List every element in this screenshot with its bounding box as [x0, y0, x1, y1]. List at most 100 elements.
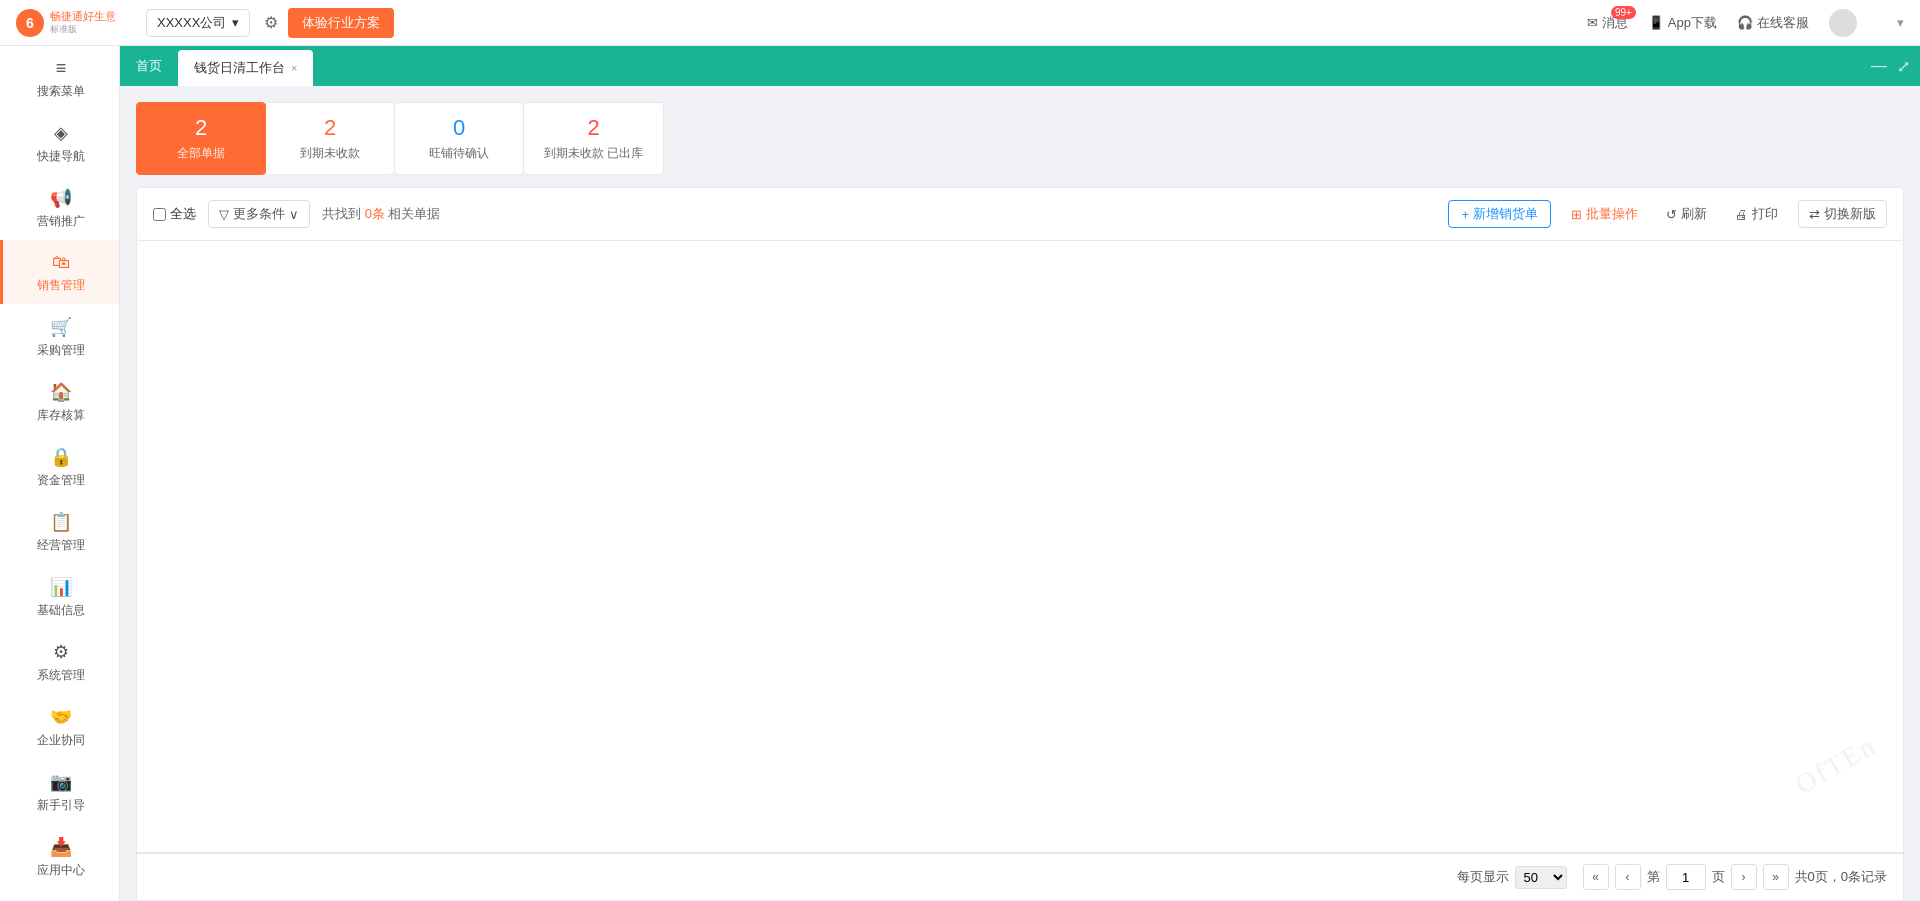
toolbar: 全选 ▽ 更多条件 ∨ 共找到 0条 相关单据 +	[136, 187, 1904, 241]
sidebar-item-guide[interactable]: 📷 新手引导	[0, 759, 119, 824]
tab-home[interactable]: 首页	[120, 46, 178, 86]
tab-active[interactable]: 钱货日清工作台 ×	[178, 50, 313, 86]
logo-icon: 6	[16, 9, 44, 37]
sidebar-item-sales[interactable]: 🛍 销售管理	[0, 240, 119, 304]
select-all-input[interactable]	[153, 208, 166, 221]
sidebar-icon-inventory: 🏠	[50, 381, 72, 403]
sidebar-icon-marketing: 📢	[50, 187, 72, 209]
sidebar-item-inventory[interactable]: 🏠 库存核算	[0, 369, 119, 434]
stat-number-overdue: 2	[286, 115, 374, 141]
sidebar-item-app-center[interactable]: 📥 应用中心	[0, 824, 119, 889]
sidebar-item-enterprise[interactable]: 🤝 企业协同	[0, 694, 119, 759]
sidebar-item-search-menu[interactable]: ≡ 搜索菜单	[0, 46, 119, 110]
tab-bar: 首页 钱货日清工作台 × — ⤢	[120, 46, 1920, 86]
switch-label: 切换新版	[1824, 205, 1876, 223]
sidebar-icon-operations: 📋	[50, 511, 72, 533]
tab-expand-icon[interactable]: ⤢	[1897, 57, 1910, 76]
sidebar-label-sales: 销售管理	[37, 277, 85, 294]
batch-label: 批量操作	[1586, 205, 1638, 223]
sidebar-icon-guide: 📷	[50, 771, 72, 793]
sidebar-icon-system: ⚙	[53, 641, 69, 663]
tab-minimize-icon[interactable]: —	[1871, 57, 1887, 75]
headset-icon: 🎧	[1737, 15, 1753, 30]
online-service-action[interactable]: 🎧 在线客服	[1737, 14, 1809, 32]
found-count: 0条	[365, 206, 385, 221]
print-btn[interactable]: 🖨 打印	[1727, 201, 1786, 227]
sidebar-icon-app-center: 📥	[50, 836, 72, 858]
sidebar-icon-search-menu: ≡	[56, 58, 67, 79]
stat-card-all[interactable]: 2 全部单据	[136, 102, 266, 175]
page-label: 第	[1647, 868, 1660, 886]
sidebar-item-purchase[interactable]: 🛒 采购管理	[0, 304, 119, 369]
stat-label-overdue-shipped: 到期未收款 已出库	[544, 145, 643, 162]
toolbar-right: + 新增销货单 ⊞ 批量操作 ↺ 刷新 🖨 打印	[1448, 200, 1887, 228]
page-end-label: 页	[1712, 868, 1725, 886]
avatar[interactable]	[1829, 9, 1857, 37]
new-sale-btn[interactable]: + 新增销货单	[1448, 200, 1551, 228]
experience-btn[interactable]: 体验行业方案	[288, 8, 394, 38]
new-sale-label: 新增销货单	[1473, 205, 1538, 223]
page-prev-btn[interactable]: ‹	[1615, 864, 1641, 890]
refresh-label: 刷新	[1681, 205, 1707, 223]
chevron-down-icon-user[interactable]: ▾	[1897, 15, 1904, 30]
company-name: XXXXX公司	[157, 14, 226, 32]
header-right: ✉ 消息 99+ 📱 App下载 🎧 在线客服 ▾	[1587, 9, 1904, 37]
switch-version-btn[interactable]: ⇄ 切换新版	[1798, 200, 1887, 228]
main-content: 首页 钱货日清工作台 × — ⤢ 2 全部单据 2 到期未收款	[120, 46, 1920, 901]
message-badge: 99+	[1611, 6, 1636, 19]
filter-btn[interactable]: ▽ 更多条件 ∨	[208, 200, 310, 228]
stat-card-pending[interactable]: 0 旺铺待确认	[394, 102, 524, 175]
page-next-btn[interactable]: ›	[1731, 864, 1757, 890]
sidebar-item-finance[interactable]: 🔒 资金管理	[0, 434, 119, 499]
app-download-action[interactable]: 📱 App下载	[1648, 14, 1717, 32]
page-input[interactable]	[1666, 864, 1706, 890]
sidebar-label-app-center: 应用中心	[37, 862, 85, 879]
sidebar-item-base-info[interactable]: 📊 基础信息	[0, 564, 119, 629]
tab-close-icon[interactable]: ×	[291, 62, 297, 74]
pagination-bar: 每页显示 10 20 50 100 « ‹ 第 页 › » 共	[136, 853, 1904, 901]
tab-bar-actions: — ⤢	[1871, 57, 1920, 76]
per-page-selector: 每页显示 10 20 50 100	[1457, 866, 1567, 889]
logo-tag: 标准版	[50, 23, 116, 36]
settings-icon[interactable]: ⚙	[264, 13, 278, 32]
company-selector[interactable]: XXXXX公司 ▾	[146, 9, 250, 37]
sidebar-label-finance: 资金管理	[37, 472, 85, 489]
sidebar-item-quick-nav[interactable]: ◈ 快捷导航	[0, 110, 119, 175]
print-icon: 🖨	[1735, 207, 1748, 222]
chevron-down-icon: ▾	[232, 15, 239, 30]
app-download-icon: 📱	[1648, 15, 1664, 30]
page-last-btn[interactable]: »	[1763, 864, 1789, 890]
message-action[interactable]: ✉ 消息 99+	[1587, 14, 1628, 32]
stat-card-overdue[interactable]: 2 到期未收款	[265, 102, 395, 175]
stat-number-all: 2	[157, 115, 245, 141]
toolbar-left: 全选 ▽ 更多条件 ∨ 共找到 0条 相关单据	[153, 200, 1448, 228]
refresh-icon: ↺	[1666, 207, 1677, 222]
total-info: 共0页，0条记录	[1795, 868, 1887, 886]
stat-number-pending: 0	[415, 115, 503, 141]
sidebar-label-inventory: 库存核算	[37, 407, 85, 424]
stat-label-all: 全部单据	[157, 145, 245, 162]
sidebar-label-enterprise: 企业协同	[37, 732, 85, 749]
switch-icon: ⇄	[1809, 207, 1820, 222]
batch-action-btn[interactable]: ⊞ 批量操作	[1563, 201, 1646, 227]
stat-label-pending: 旺铺待确认	[415, 145, 503, 162]
select-all-checkbox[interactable]: 全选	[153, 205, 196, 223]
refresh-btn[interactable]: ↺ 刷新	[1658, 201, 1715, 227]
sidebar-icon-quick-nav: ◈	[54, 122, 68, 144]
app-download-label: App下载	[1668, 14, 1717, 32]
stat-card-overdue-shipped[interactable]: 2 到期未收款 已出库	[523, 102, 664, 175]
sidebar-item-wechat[interactable]: 💬 企业微信	[0, 889, 119, 901]
sidebar-item-system[interactable]: ⚙ 系统管理	[0, 629, 119, 694]
print-label: 打印	[1752, 205, 1778, 223]
sidebar-item-marketing[interactable]: 📢 营销推广	[0, 175, 119, 240]
batch-icon: ⊞	[1571, 207, 1582, 222]
chevron-filter-icon: ∨	[289, 207, 299, 222]
per-page-select[interactable]: 10 20 50 100	[1515, 866, 1567, 889]
page-first-btn[interactable]: «	[1583, 864, 1609, 890]
filter-icon: ▽	[219, 207, 229, 222]
sidebar-label-base-info: 基础信息	[37, 602, 85, 619]
pagination-controls: « ‹ 第 页 › » 共0页，0条记录	[1583, 864, 1887, 890]
sidebar-item-operations[interactable]: 📋 经营管理	[0, 499, 119, 564]
header-left: 6 畅捷通好生意 标准版 XXXXX公司 ▾ ⚙ 体验行业方案	[16, 8, 394, 38]
sidebar: ≡ 搜索菜单 ◈ 快捷导航 📢 营销推广 🛍 销售管理 🛒 采购管理 🏠 库存核…	[0, 46, 120, 901]
